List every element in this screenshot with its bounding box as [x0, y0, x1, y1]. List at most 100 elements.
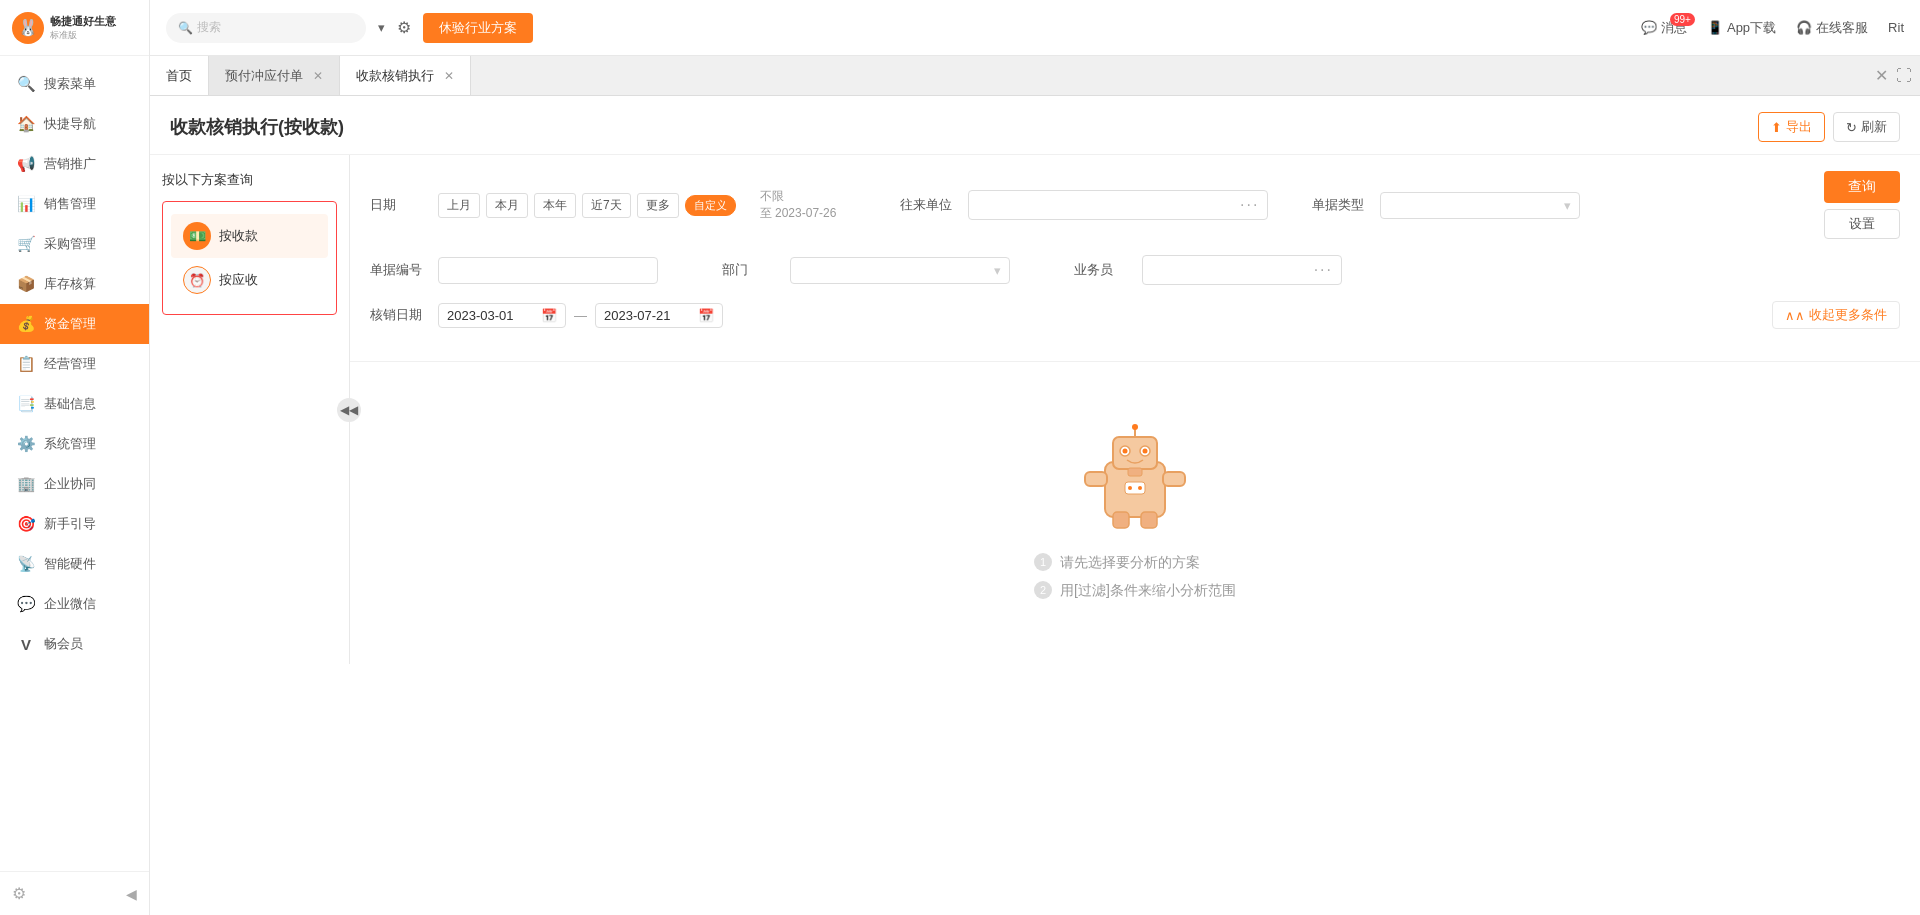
calendar-end-icon[interactable]: 📅	[698, 308, 714, 323]
refresh-btn[interactable]: ↻ 刷新	[1833, 112, 1900, 142]
message-icon: 💬	[1641, 20, 1657, 35]
filter-rows: 日期 上月 本月 本年 近7天 更多 自定义	[350, 155, 1920, 361]
query-option-payment[interactable]: 💵 按收款	[171, 214, 328, 258]
service-icon: 🎧	[1796, 20, 1812, 35]
logo: 🐰 畅捷通好生意 标准版	[0, 0, 149, 56]
filter-actions: 查询 设置	[1804, 171, 1900, 239]
svg-rect-1	[1113, 437, 1157, 469]
sidebar-item-hardware[interactable]: 📡 智能硬件	[0, 544, 149, 584]
left-query-panel: 按以下方案查询 💵 按收款 ⏰ 按应收 ◀◀	[150, 155, 350, 664]
collapse-icon: ∧∧	[1785, 308, 1805, 323]
expand-tab-icon[interactable]: ⛶	[1896, 67, 1912, 85]
svg-point-5	[1143, 449, 1148, 454]
filter-verify-date: 核销日期 📅 — 📅	[370, 303, 723, 328]
tab-receipt[interactable]: 收款核销执行 ✕	[340, 56, 471, 95]
topbar-gear-icon[interactable]: ⚙	[397, 18, 411, 37]
svg-rect-11	[1113, 512, 1129, 528]
app-download-btn[interactable]: 📱 App下载	[1707, 19, 1776, 37]
query-options-container: 💵 按收款 ⏰ 按应收	[162, 201, 337, 315]
topbar-right: 💬 消息 99+ 📱 App下载 🎧 在线客服 Rit	[1641, 19, 1904, 37]
tabbar: 首页 预付冲应付单 ✕ 收款核销执行 ✕ ✕ ⛶	[150, 56, 1920, 96]
sidebar-item-marketing[interactable]: 📢 营销推广	[0, 144, 149, 184]
setting-btn[interactable]: 设置	[1824, 209, 1900, 239]
basicinfo-icon: 📑	[16, 394, 36, 414]
inventory-icon: 📦	[16, 274, 36, 294]
sidebar-item-inventory[interactable]: 📦 库存核算	[0, 264, 149, 304]
tab-prepay[interactable]: 预付冲应付单 ✕	[209, 56, 340, 95]
main-area: 🔍 搜索 ▾ ⚙ 休验行业方案 💬 消息 99+ 📱 App下载 🎧 在线客服 …	[150, 0, 1920, 915]
date-btn-last-month[interactable]: 上月	[438, 193, 480, 218]
verify-date-end-wrap[interactable]: 📅	[595, 303, 723, 328]
date-btn-this-month[interactable]: 本月	[486, 193, 528, 218]
sidebar-item-guide[interactable]: 🎯 新手引导	[0, 504, 149, 544]
date-btn-7days[interactable]: 近7天	[582, 193, 631, 218]
sidebar-bottom: ⚙ ◀	[0, 871, 149, 915]
hardware-icon: 📡	[16, 554, 36, 574]
logo-icon: 🐰	[12, 12, 44, 44]
industry-btn[interactable]: 休验行业方案	[423, 13, 533, 43]
collapse-sidebar-icon[interactable]: ◀	[126, 886, 137, 902]
close-tab-icon[interactable]: ✕	[1875, 66, 1888, 85]
verify-date-end-input[interactable]	[604, 308, 694, 323]
filter-row-2: 单据编号 部门 ▾ 业务员	[370, 255, 1900, 285]
partner-select[interactable]: ···	[968, 190, 1268, 220]
search-icon: 🔍	[16, 74, 36, 94]
sidebar-item-search[interactable]: 🔍 搜索菜单	[0, 64, 149, 104]
svg-point-8	[1132, 424, 1138, 430]
filter-doctype: 单据类型 ▾	[1312, 192, 1580, 219]
docno-input[interactable]	[438, 257, 658, 284]
topbar-search[interactable]: 🔍 搜索	[166, 13, 366, 43]
sidebar-item-purchase[interactable]: 🛒 采购管理	[0, 224, 149, 264]
filter-staff: 业务员 ···	[1074, 255, 1342, 285]
export-btn[interactable]: ⬆ 导出	[1758, 112, 1825, 142]
collapse-conditions-btn[interactable]: ∧∧ 收起更多条件	[1772, 301, 1900, 329]
calendar-start-icon[interactable]: 📅	[541, 308, 557, 323]
service-btn[interactable]: 🎧 在线客服	[1796, 19, 1868, 37]
sidebar: 🐰 畅捷通好生意 标准版 🔍 搜索菜单 🏠 快捷导航 📢 营销推广 📊 销售管理…	[0, 0, 150, 915]
sidebar-item-quicknav[interactable]: 🏠 快捷导航	[0, 104, 149, 144]
query-btn[interactable]: 查询	[1824, 171, 1900, 203]
staff-dots-icon[interactable]: ···	[1314, 261, 1333, 279]
message-btn[interactable]: 💬 消息 99+	[1641, 19, 1687, 37]
user-info[interactable]: Rit	[1888, 20, 1904, 35]
sidebar-item-system[interactable]: ⚙️ 系统管理	[0, 424, 149, 464]
sidebar-item-wechat[interactable]: 💬 企业微信	[0, 584, 149, 624]
svg-rect-12	[1141, 512, 1157, 528]
sidebar-item-operations[interactable]: 📋 经营管理	[0, 344, 149, 384]
partner-dots-icon[interactable]: ···	[1240, 196, 1259, 214]
settings-icon[interactable]: ⚙	[12, 884, 26, 903]
filter-partner: 往来单位 ···	[900, 190, 1268, 220]
tab-receipt-close[interactable]: ✕	[444, 69, 454, 83]
tab-home[interactable]: 首页	[150, 56, 209, 95]
staff-select[interactable]: ···	[1142, 255, 1342, 285]
marketing-icon: 📢	[16, 154, 36, 174]
svg-point-14	[1128, 486, 1132, 490]
tab-prepay-close[interactable]: ✕	[313, 69, 323, 83]
empty-illustration	[1075, 422, 1195, 532]
topbar: 🔍 搜索 ▾ ⚙ 休验行业方案 💬 消息 99+ 📱 App下载 🎧 在线客服 …	[150, 0, 1920, 56]
sales-icon: 📊	[16, 194, 36, 214]
sidebar-item-vip[interactable]: V 畅会员	[0, 624, 149, 664]
sidebar-item-sales[interactable]: 📊 销售管理	[0, 184, 149, 224]
vip-icon: V	[16, 634, 36, 654]
dept-select[interactable]: ▾	[790, 257, 1010, 284]
sidebar-item-finance[interactable]: 💰 资金管理	[0, 304, 149, 344]
date-btn-this-year[interactable]: 本年	[534, 193, 576, 218]
sidebar-nav: 🔍 搜索菜单 🏠 快捷导航 📢 营销推广 📊 销售管理 🛒 采购管理 📦 库存核…	[0, 56, 149, 871]
date-btn-custom[interactable]: 自定义	[685, 195, 736, 216]
date-btn-more[interactable]: 更多	[637, 193, 679, 218]
collapse-panel-arrow[interactable]: ◀◀	[337, 398, 361, 422]
svg-point-15	[1138, 486, 1142, 490]
filter-date: 日期 上月 本月 本年 近7天 更多 自定义	[370, 193, 736, 218]
doctype-select[interactable]: ▾	[1380, 192, 1580, 219]
date-custom-display: 不限 至 2023-07-26	[760, 188, 837, 222]
verify-date-start-wrap[interactable]: 📅	[438, 303, 566, 328]
topbar-dropdown-icon[interactable]: ▾	[378, 20, 385, 35]
sidebar-item-basicinfo[interactable]: 📑 基础信息	[0, 384, 149, 424]
guide-icon: 🎯	[16, 514, 36, 534]
empty-tips: 1 请先选择要分析的方案 2 用[过滤]条件来缩小分析范围	[1034, 548, 1236, 604]
verify-date-start-input[interactable]	[447, 308, 537, 323]
query-option-receivable[interactable]: ⏰ 按应收	[171, 258, 328, 302]
sidebar-item-enterprise[interactable]: 🏢 企业协同	[0, 464, 149, 504]
page-actions: ⬆ 导出 ↻ 刷新	[1758, 112, 1900, 142]
